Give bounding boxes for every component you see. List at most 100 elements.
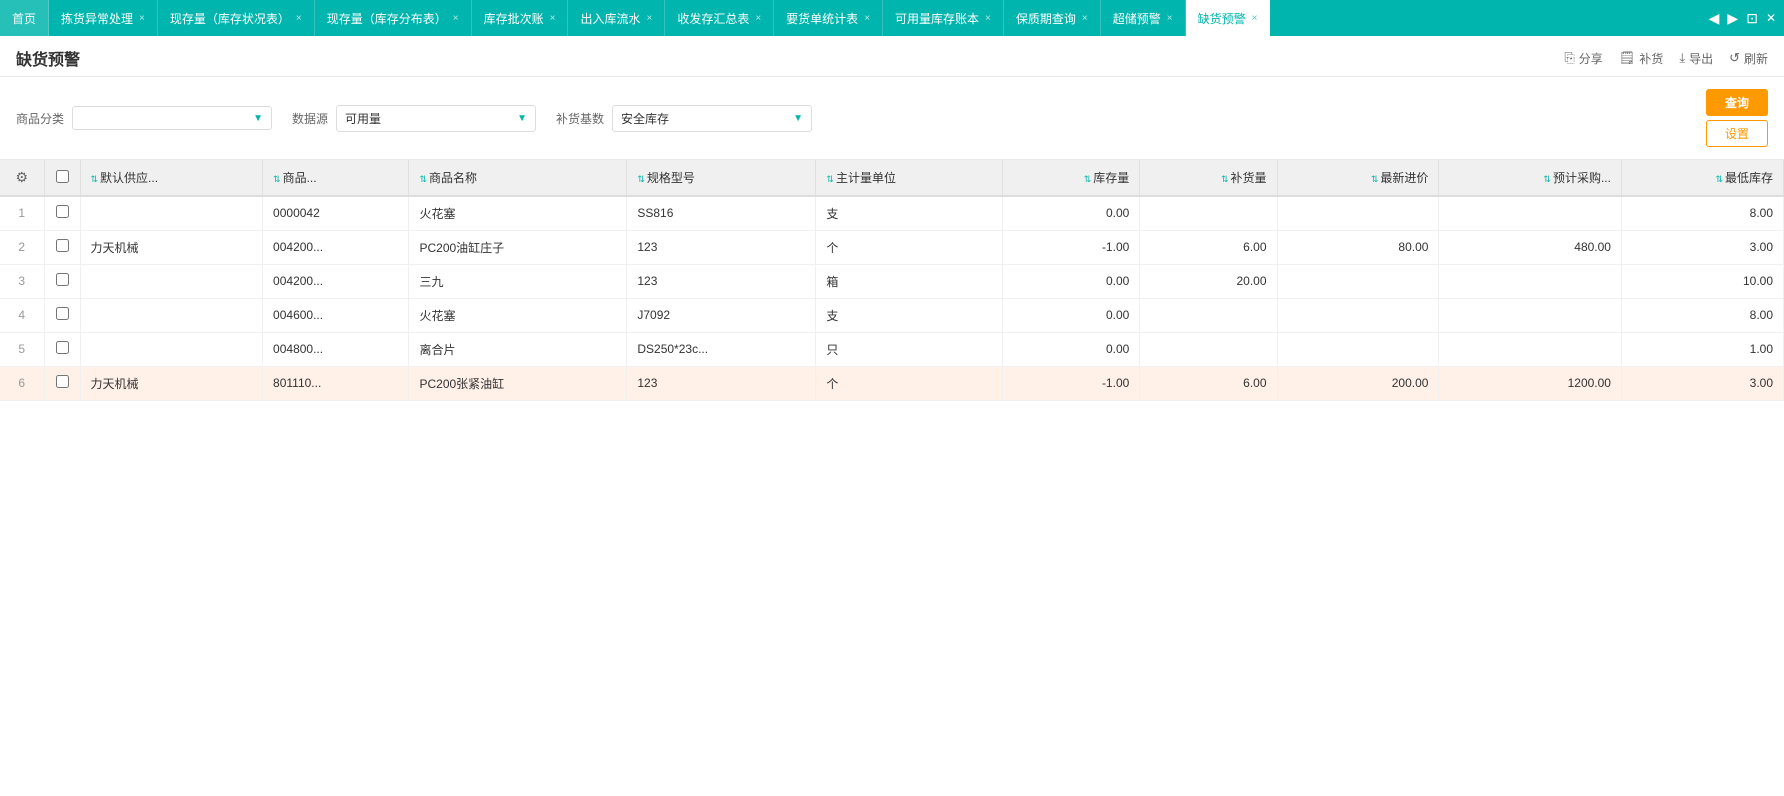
- row-est-purchase-3: [1439, 298, 1622, 332]
- select-all-checkbox[interactable]: [56, 170, 69, 183]
- row-checkbox-cell-3: [44, 298, 80, 332]
- row-replenish-2: 20.00: [1140, 264, 1277, 298]
- nav-tab-4[interactable]: 库存批次账×: [472, 0, 569, 36]
- nav-tab-close-3[interactable]: ×: [453, 13, 459, 24]
- row-checkbox-5[interactable]: [56, 375, 69, 388]
- row-supplier-0: [80, 196, 263, 230]
- query-button[interactable]: 查询: [1706, 89, 1768, 116]
- table-row[interactable]: 5 004800... 离合片 DS250*23c... 只 0.00 1.00: [0, 332, 1784, 366]
- nav-tab-close-5[interactable]: ×: [646, 13, 652, 24]
- table-header-replenish[interactable]: ⇅补货量: [1140, 160, 1277, 196]
- nav-tab-close-9[interactable]: ×: [1082, 13, 1088, 24]
- row-code-5: 801110...: [263, 366, 409, 400]
- header-action-刷新[interactable]: ↺刷新: [1729, 50, 1768, 67]
- row-est-purchase-1: 480.00: [1439, 230, 1622, 264]
- row-code-4: 004800...: [263, 332, 409, 366]
- row-checkbox-4[interactable]: [56, 341, 69, 354]
- nav-prev-button[interactable]: ◀: [1705, 0, 1724, 36]
- nav-tab-close-4[interactable]: ×: [550, 13, 556, 24]
- row-latest-price-4: [1277, 332, 1439, 366]
- row-checkbox-0[interactable]: [56, 205, 69, 218]
- row-latest-price-2: [1277, 264, 1439, 298]
- nav-tab-6[interactable]: 收发存汇总表×: [665, 0, 774, 36]
- top-nav: 首页拣货异常处理×现存量（库存状况表）×现存量（库存分布表）×库存批次账×出入库…: [0, 0, 1784, 36]
- row-est-purchase-2: [1439, 264, 1622, 298]
- row-latest-price-1: 80.00: [1277, 230, 1439, 264]
- row-latest-price-3: [1277, 298, 1439, 332]
- nav-tab-0[interactable]: 首页: [0, 0, 49, 36]
- row-est-purchase-4: [1439, 332, 1622, 366]
- table-header-name[interactable]: ⇅商品名称: [409, 160, 627, 196]
- nav-tab-5[interactable]: 出入库流水×: [568, 0, 665, 36]
- gear-settings-button[interactable]: ⚙: [11, 169, 32, 186]
- row-code-1: 004200...: [263, 230, 409, 264]
- nav-close-button[interactable]: ✕: [1762, 0, 1780, 36]
- nav-tab-11[interactable]: 缺货预警×: [1186, 0, 1271, 36]
- row-spec-2: 123: [627, 264, 816, 298]
- table-header-min-stock[interactable]: ⇅最低库存: [1621, 160, 1783, 196]
- header-action-补货[interactable]: 🗒补货: [1619, 50, 1664, 67]
- row-replenish-3: [1140, 298, 1277, 332]
- filter-group-category: 商品分类 ▼: [16, 106, 272, 130]
- nav-tab-close-7[interactable]: ×: [864, 13, 870, 24]
- nav-tab-1[interactable]: 拣货异常处理×: [49, 0, 158, 36]
- table-row[interactable]: 3 004200... 三九 123 箱 0.00 20.00 10.00: [0, 264, 1784, 298]
- table-header-code[interactable]: ⇅商品...: [263, 160, 409, 196]
- filter-group-replenish-base: 补货基数 安全库存 ▼: [556, 105, 812, 132]
- filter-actions: 查询 设置: [1706, 89, 1768, 147]
- page-header: 缺货预警 ⎘分享🗒补货⤓导出↺刷新: [0, 36, 1784, 77]
- action-label-1: 补货: [1639, 50, 1663, 67]
- header-action-导出[interactable]: ⤓导出: [1679, 50, 1713, 67]
- row-checkbox-cell-1: [44, 230, 80, 264]
- row-est-purchase-5: 1200.00: [1439, 366, 1622, 400]
- row-replenish-1: 6.00: [1140, 230, 1277, 264]
- nav-tab-close-6[interactable]: ×: [755, 13, 761, 24]
- row-replenish-5: 6.00: [1140, 366, 1277, 400]
- row-stock-3: 0.00: [1003, 298, 1140, 332]
- row-spec-4: DS250*23c...: [627, 332, 816, 366]
- row-stock-0: 0.00: [1003, 196, 1140, 230]
- row-checkbox-2[interactable]: [56, 273, 69, 286]
- nav-tab-7[interactable]: 要货单统计表×: [774, 0, 883, 36]
- nav-tab-8[interactable]: 可用量库存账本×: [883, 0, 1004, 36]
- table-header-row: ⚙ ⇅默认供应... ⇅商品... ⇅商品名称 ⇅规格型号 ⇅主计量单位 ⇅库存…: [0, 160, 1784, 196]
- nav-tab-3[interactable]: 现存量（库存分布表）×: [315, 0, 472, 36]
- chevron-down-icon: ▼: [253, 113, 263, 124]
- table-header-stock[interactable]: ⇅库存量: [1003, 160, 1140, 196]
- table-container: ⚙ ⇅默认供应... ⇅商品... ⇅商品名称 ⇅规格型号 ⇅主计量单位 ⇅库存…: [0, 160, 1784, 401]
- nav-tab-2[interactable]: 现存量（库存状况表）×: [158, 0, 315, 36]
- action-label-2: 导出: [1689, 50, 1713, 67]
- row-latest-price-5: 200.00: [1277, 366, 1439, 400]
- table-row[interactable]: 1 0000042 火花塞 SS816 支 0.00 8.00: [0, 196, 1784, 230]
- table-header-unit[interactable]: ⇅主计量单位: [816, 160, 1003, 196]
- row-checkbox-1[interactable]: [56, 239, 69, 252]
- table-row[interactable]: 4 004600... 火花塞 J7092 支 0.00 8.00: [0, 298, 1784, 332]
- row-stock-5: -1.00: [1003, 366, 1140, 400]
- table-row[interactable]: 2 力天机械 004200... PC200油缸庄子 123 个 -1.00 6…: [0, 230, 1784, 264]
- filter-select-category[interactable]: ▼: [72, 106, 272, 130]
- row-unit-0: 支: [816, 196, 1003, 230]
- table-header-supplier[interactable]: ⇅默认供应...: [80, 160, 263, 196]
- nav-tab-close-1[interactable]: ×: [139, 13, 145, 24]
- table-header-est-purchase[interactable]: ⇅预计采购...: [1439, 160, 1622, 196]
- header-action-分享[interactable]: ⎘分享: [1564, 50, 1602, 67]
- nav-tab-10[interactable]: 超储预警×: [1101, 0, 1186, 36]
- filter-select-datasource[interactable]: 可用量 ▼: [336, 105, 536, 132]
- nav-tab-close-11[interactable]: ×: [1252, 13, 1258, 24]
- settings-button[interactable]: 设置: [1706, 120, 1768, 147]
- table-header-spec[interactable]: ⇅规格型号: [627, 160, 816, 196]
- action-label-3: 刷新: [1744, 50, 1768, 67]
- nav-next-button[interactable]: ▶: [1723, 0, 1742, 36]
- filter-select-replenish-base[interactable]: 安全库存 ▼: [612, 105, 812, 132]
- nav-tab-close-8[interactable]: ×: [985, 13, 991, 24]
- row-num-3: 4: [0, 298, 44, 332]
- table-row[interactable]: 6 力天机械 801110... PC200张紧油缸 123 个 -1.00 6…: [0, 366, 1784, 400]
- nav-tab-9[interactable]: 保质期查询×: [1004, 0, 1101, 36]
- table-header-settings[interactable]: ⚙: [0, 160, 44, 196]
- nav-tab-close-2[interactable]: ×: [296, 13, 302, 24]
- row-checkbox-3[interactable]: [56, 307, 69, 320]
- nav-tab-close-10[interactable]: ×: [1167, 13, 1173, 24]
- nav-restore-button[interactable]: ⊡: [1742, 0, 1762, 36]
- table-header-latest-price[interactable]: ⇅最新进价: [1277, 160, 1439, 196]
- row-num-2: 3: [0, 264, 44, 298]
